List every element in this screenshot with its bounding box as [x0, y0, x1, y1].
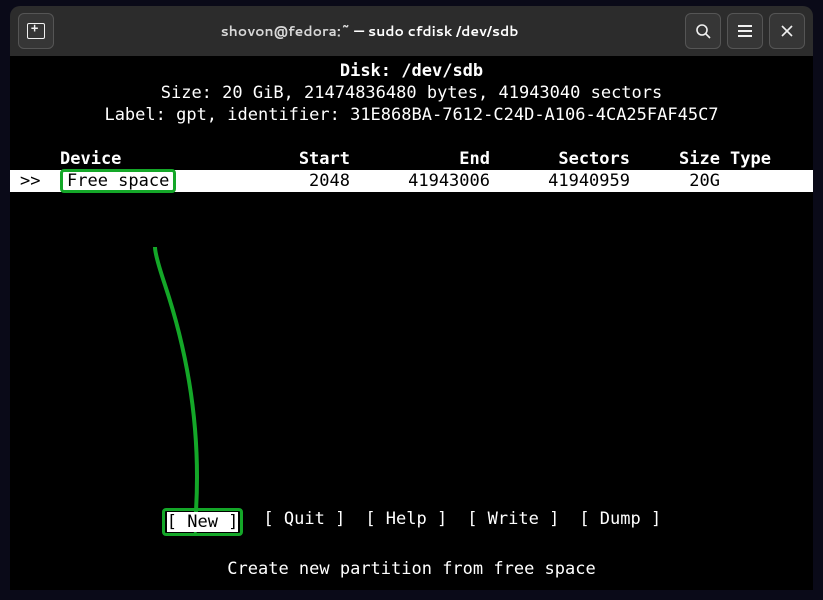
row-marker: >> — [20, 170, 50, 192]
search-icon — [695, 23, 711, 39]
menu-button[interactable] — [727, 13, 763, 49]
search-button[interactable] — [685, 13, 721, 49]
title-user-host-cwd: shovon@fedora:~ — [221, 21, 351, 41]
row-device: Free space — [50, 169, 210, 193]
col-header-end: End — [350, 148, 490, 170]
menu-help[interactable]: [ Help ] — [365, 508, 447, 536]
new-tab-button[interactable] — [18, 13, 54, 49]
disk-header-prefix: Disk: — [340, 61, 401, 81]
menu-new-label: [ New ] — [167, 512, 239, 532]
partition-row-selected[interactable]: >> Free space 2048 41943006 41940959 20G — [10, 170, 813, 192]
free-space-highlight: Free space — [60, 169, 176, 193]
col-header-size: Size — [630, 148, 720, 170]
title-command: sudo cfdisk /dev/sdb — [368, 21, 518, 41]
col-header-start: Start — [210, 148, 350, 170]
disk-label-line: Label: gpt, identifier: 31E868BA-7612-C2… — [10, 104, 813, 126]
disk-header: Disk: /dev/sdb — [10, 60, 813, 82]
close-button[interactable] — [769, 13, 805, 49]
annotation-arrow — [105, 245, 225, 545]
row-size: 20G — [630, 170, 720, 192]
row-end: 41943006 — [350, 170, 490, 192]
row-sectors: 41940959 — [490, 170, 630, 192]
window-title: shovon@fedora:~ — sudo cfdisk /dev/sdb — [54, 21, 685, 41]
new-tab-icon — [27, 23, 45, 39]
title-separator: — — [350, 21, 368, 41]
col-header-type: Type — [720, 148, 780, 170]
col-header-device: Device — [50, 148, 210, 170]
menu-new-highlight: [ New ] — [162, 508, 244, 536]
window-titlebar: shovon@fedora:~ — sudo cfdisk /dev/sdb — [10, 6, 813, 56]
terminal-area[interactable]: Disk: /dev/sdb Size: 20 GiB, 21474836480… — [10, 56, 813, 590]
menu-dump[interactable]: [ Dump ] — [579, 508, 661, 536]
menu-write[interactable]: [ Write ] — [467, 508, 559, 536]
disk-path: /dev/sdb — [401, 61, 483, 81]
partition-table-header: Device Start End Sectors Size Type — [10, 148, 813, 170]
hint-line: Create new partition from free space — [10, 558, 813, 580]
row-start: 2048 — [210, 170, 350, 192]
action-menu: [ New ] [ Quit ] [ Help ] [ Write ] [ Du… — [10, 508, 813, 536]
menu-quit[interactable]: [ Quit ] — [263, 508, 345, 536]
hamburger-icon — [738, 25, 752, 37]
disk-size-line: Size: 20 GiB, 21474836480 bytes, 4194304… — [10, 82, 813, 104]
col-header-sectors: Sectors — [490, 148, 630, 170]
menu-new[interactable]: [ New ] — [162, 508, 244, 536]
close-icon — [780, 24, 794, 38]
